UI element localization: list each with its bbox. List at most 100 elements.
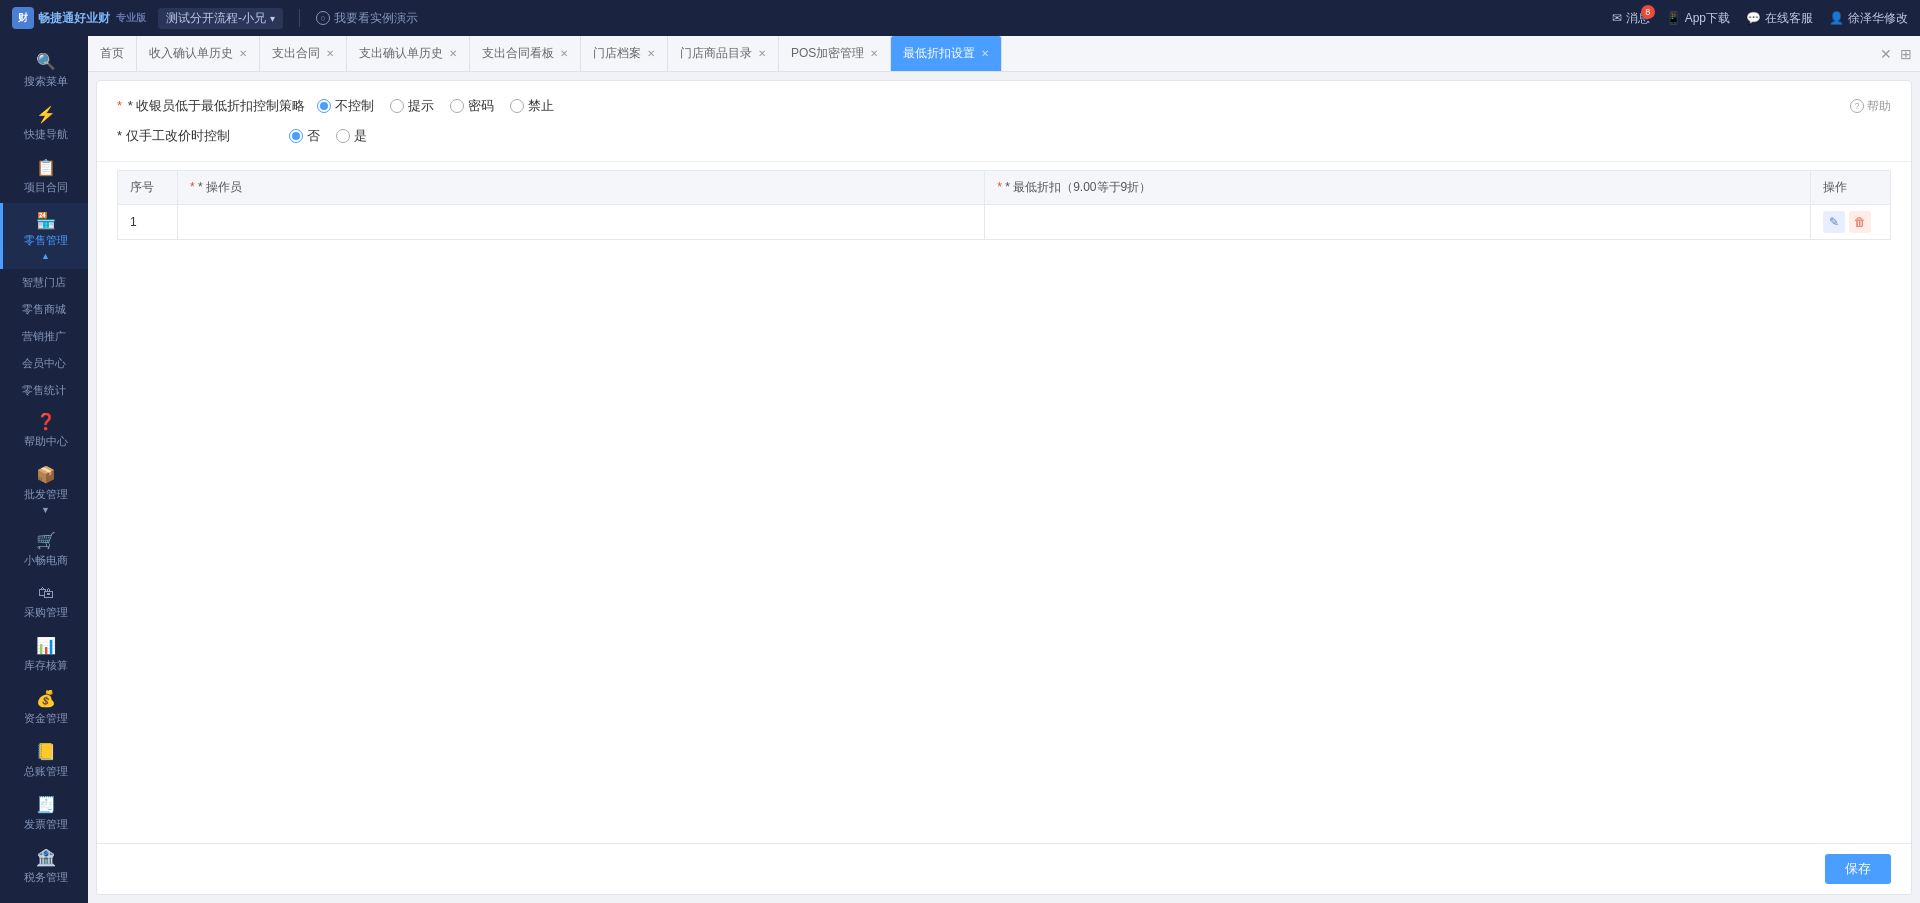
required-star-1: * bbox=[117, 98, 122, 113]
expand-icon: ▲ bbox=[41, 251, 50, 261]
manual-price-label: * 仅手工改价时控制 bbox=[117, 127, 277, 145]
radio-yes[interactable]: 是 bbox=[336, 127, 367, 145]
tab-bar: 首页 收入确认单历史 ✕ 支出合同 ✕ 支出确认单历史 ✕ 支出合同看板 ✕ 门… bbox=[88, 36, 1920, 72]
retail-icon: 🏪 bbox=[36, 211, 56, 230]
ecommerce-icon: 🛒 bbox=[36, 531, 56, 550]
radio-password-circle bbox=[450, 99, 464, 113]
demo-link[interactable]: ○ 我要看实例演示 bbox=[316, 10, 418, 27]
sidebar-item-inventory[interactable]: 📊 库存核算 bbox=[0, 628, 88, 681]
tab-pos-encryption[interactable]: POS加密管理 ✕ bbox=[779, 36, 891, 71]
download-icon: 📱 bbox=[1666, 11, 1681, 25]
tab-close-income-history[interactable]: ✕ bbox=[239, 48, 247, 59]
search-icon: 🔍 bbox=[36, 52, 56, 71]
tab-close-expense-board[interactable]: ✕ bbox=[560, 48, 568, 59]
radio-no-control-circle bbox=[317, 99, 331, 113]
sidebar-item-invoice-mgmt[interactable]: 🧾 发票管理 bbox=[0, 787, 88, 840]
save-button[interactable]: 保存 bbox=[1825, 854, 1891, 884]
col-header-actions: 操作 bbox=[1811, 171, 1891, 205]
messages-btn[interactable]: ✉ 消息 8 bbox=[1612, 10, 1650, 27]
quick-nav-icon: ⚡ bbox=[36, 105, 56, 124]
tab-close-min-discount[interactable]: ✕ bbox=[981, 48, 989, 59]
sidebar-item-marketing[interactable]: 营销推广 bbox=[0, 323, 88, 350]
required-star-discount: * bbox=[997, 180, 1002, 194]
tab-income-history[interactable]: 收入确认单历史 ✕ bbox=[137, 36, 260, 71]
sidebar-item-retail-mall[interactable]: 零售商城 bbox=[0, 296, 88, 323]
radio-forbidden[interactable]: 禁止 bbox=[510, 97, 554, 115]
edit-row-btn[interactable]: ✎ bbox=[1823, 211, 1845, 233]
radio-yes-circle bbox=[336, 129, 350, 143]
service-icon: 💬 bbox=[1746, 11, 1761, 25]
sidebar-item-tax-mgmt[interactable]: 🏦 税务管理 bbox=[0, 840, 88, 893]
sidebar-item-retail-mgmt[interactable]: 🏪 零售管理 ▲ bbox=[0, 203, 88, 269]
messages-badge: 8 bbox=[1641, 5, 1655, 19]
sidebar-item-quick-nav[interactable]: ⚡ 快捷导航 bbox=[0, 97, 88, 150]
radio-prompt[interactable]: 提示 bbox=[390, 97, 434, 115]
col-header-seq: 序号 bbox=[118, 171, 178, 205]
tab-close-store-catalog[interactable]: ✕ bbox=[758, 48, 766, 59]
edition-badge: 专业版 bbox=[116, 11, 146, 25]
tab-close-expense-contract[interactable]: ✕ bbox=[326, 48, 334, 59]
top-bar: 财 畅捷通好业财 专业版 测试分开流程-小兄 ▾ ○ 我要看实例演示 ✉ 消息 … bbox=[0, 0, 1920, 36]
action-icons: ✎ 🗑 bbox=[1823, 211, 1878, 233]
discount-strategy-radio-group: 不控制 提示 密码 禁止 bbox=[317, 97, 554, 115]
wholesale-icon: 📦 bbox=[36, 465, 56, 484]
online-service-btn[interactable]: 💬 在线客服 bbox=[1746, 10, 1813, 27]
sidebar-item-wholesale-mgmt[interactable]: 📦 批发管理 ▼ bbox=[0, 457, 88, 523]
tab-expense-board[interactable]: 支出合同看板 ✕ bbox=[470, 36, 581, 71]
manual-price-radio-group: 否 是 bbox=[289, 127, 367, 145]
discount-input[interactable] bbox=[997, 215, 1798, 229]
tab-expense-contract[interactable]: 支出合同 ✕ bbox=[260, 36, 347, 71]
sidebar-item-purchase-mgmt[interactable]: 🛍 采购管理 bbox=[0, 576, 88, 628]
radio-no-circle bbox=[289, 129, 303, 143]
tab-store-archive[interactable]: 门店档案 ✕ bbox=[581, 36, 668, 71]
contract-icon: 📋 bbox=[36, 158, 56, 177]
radio-prompt-circle bbox=[390, 99, 404, 113]
sidebar-item-smart-store[interactable]: 智慧门店 bbox=[0, 269, 88, 296]
table-row: 1 ✎ 🗑 bbox=[118, 205, 1891, 240]
manual-price-row: * 仅手工改价时控制 否 是 bbox=[117, 127, 1891, 145]
sidebar-item-retail-stats[interactable]: 零售统计 bbox=[0, 377, 88, 404]
tab-store-catalog[interactable]: 门店商品目录 ✕ bbox=[668, 36, 779, 71]
delete-row-btn[interactable]: 🗑 bbox=[1849, 211, 1871, 233]
radio-no-control[interactable]: 不控制 bbox=[317, 97, 374, 115]
tab-close-pos-encryption[interactable]: ✕ bbox=[870, 48, 878, 59]
tab-close-all-btn[interactable]: ✕ bbox=[1880, 46, 1892, 62]
sidebar-item-ledger[interactable]: 📒 总账管理 bbox=[0, 734, 88, 787]
cell-discount bbox=[985, 205, 1811, 240]
project-selector[interactable]: 测试分开流程-小兄 ▾ bbox=[158, 8, 283, 29]
ledger-icon: 📒 bbox=[36, 742, 56, 761]
help-icon: ? bbox=[1850, 99, 1864, 113]
discount-strategy-row: * * 收银员低于最低折扣控制策略 不控制 提示 bbox=[117, 97, 1891, 115]
top-bar-right: ✉ 消息 8 📱 App下载 💬 在线客服 👤 徐泽华修改 bbox=[1612, 10, 1908, 27]
sidebar-item-member-center[interactable]: 会员中心 bbox=[0, 350, 88, 377]
help-icon: ❓ bbox=[36, 412, 56, 431]
sidebar-item-fund-mgmt[interactable]: 💰 资金管理 bbox=[0, 681, 88, 734]
tab-expense-history[interactable]: 支出确认单历史 ✕ bbox=[347, 36, 470, 71]
tab-home[interactable]: 首页 bbox=[88, 36, 137, 71]
tab-close-expense-history[interactable]: ✕ bbox=[449, 48, 457, 59]
table-section: 序号 * * 操作员 * * 最低折扣（9.00等于9折） 操作 bbox=[97, 162, 1911, 511]
sidebar-item-project-contract[interactable]: 📋 项目合同 bbox=[0, 150, 88, 203]
tab-min-discount[interactable]: 最低折扣设置 ✕ bbox=[891, 36, 1002, 71]
tab-expand-btn[interactable]: ⊞ bbox=[1900, 46, 1912, 62]
message-icon: ✉ bbox=[1612, 11, 1622, 25]
sidebar-item-fixed-assets[interactable]: 🏢 固定资产 bbox=[0, 893, 88, 903]
settings-section: * * 收银员低于最低折扣控制策略 不控制 提示 bbox=[97, 81, 1911, 162]
radio-password[interactable]: 密码 bbox=[450, 97, 494, 115]
fund-icon: 💰 bbox=[36, 689, 56, 708]
operator-input[interactable] bbox=[190, 215, 972, 229]
help-button[interactable]: ? 帮助 bbox=[1850, 98, 1891, 115]
cell-seq: 1 bbox=[118, 205, 178, 240]
content-area: 首页 收入确认单历史 ✕ 支出合同 ✕ 支出确认单历史 ✕ 支出合同看板 ✕ 门… bbox=[88, 36, 1920, 903]
sidebar-item-search[interactable]: 🔍 搜索菜单 bbox=[0, 44, 88, 97]
cell-operator bbox=[178, 205, 985, 240]
radio-no[interactable]: 否 bbox=[289, 127, 320, 145]
sidebar-item-ecommerce[interactable]: 🛒 小畅电商 bbox=[0, 523, 88, 576]
user-icon: 👤 bbox=[1829, 11, 1844, 25]
tab-close-store-archive[interactable]: ✕ bbox=[647, 48, 655, 59]
tab-bar-end: ✕ ⊞ bbox=[1872, 46, 1920, 62]
sidebar-item-help-center[interactable]: ❓ 帮助中心 bbox=[0, 404, 88, 457]
app-download-btn[interactable]: 📱 App下载 bbox=[1666, 10, 1730, 27]
purchase-icon: 🛍 bbox=[38, 584, 54, 602]
user-btn[interactable]: 👤 徐泽华修改 bbox=[1829, 10, 1908, 27]
